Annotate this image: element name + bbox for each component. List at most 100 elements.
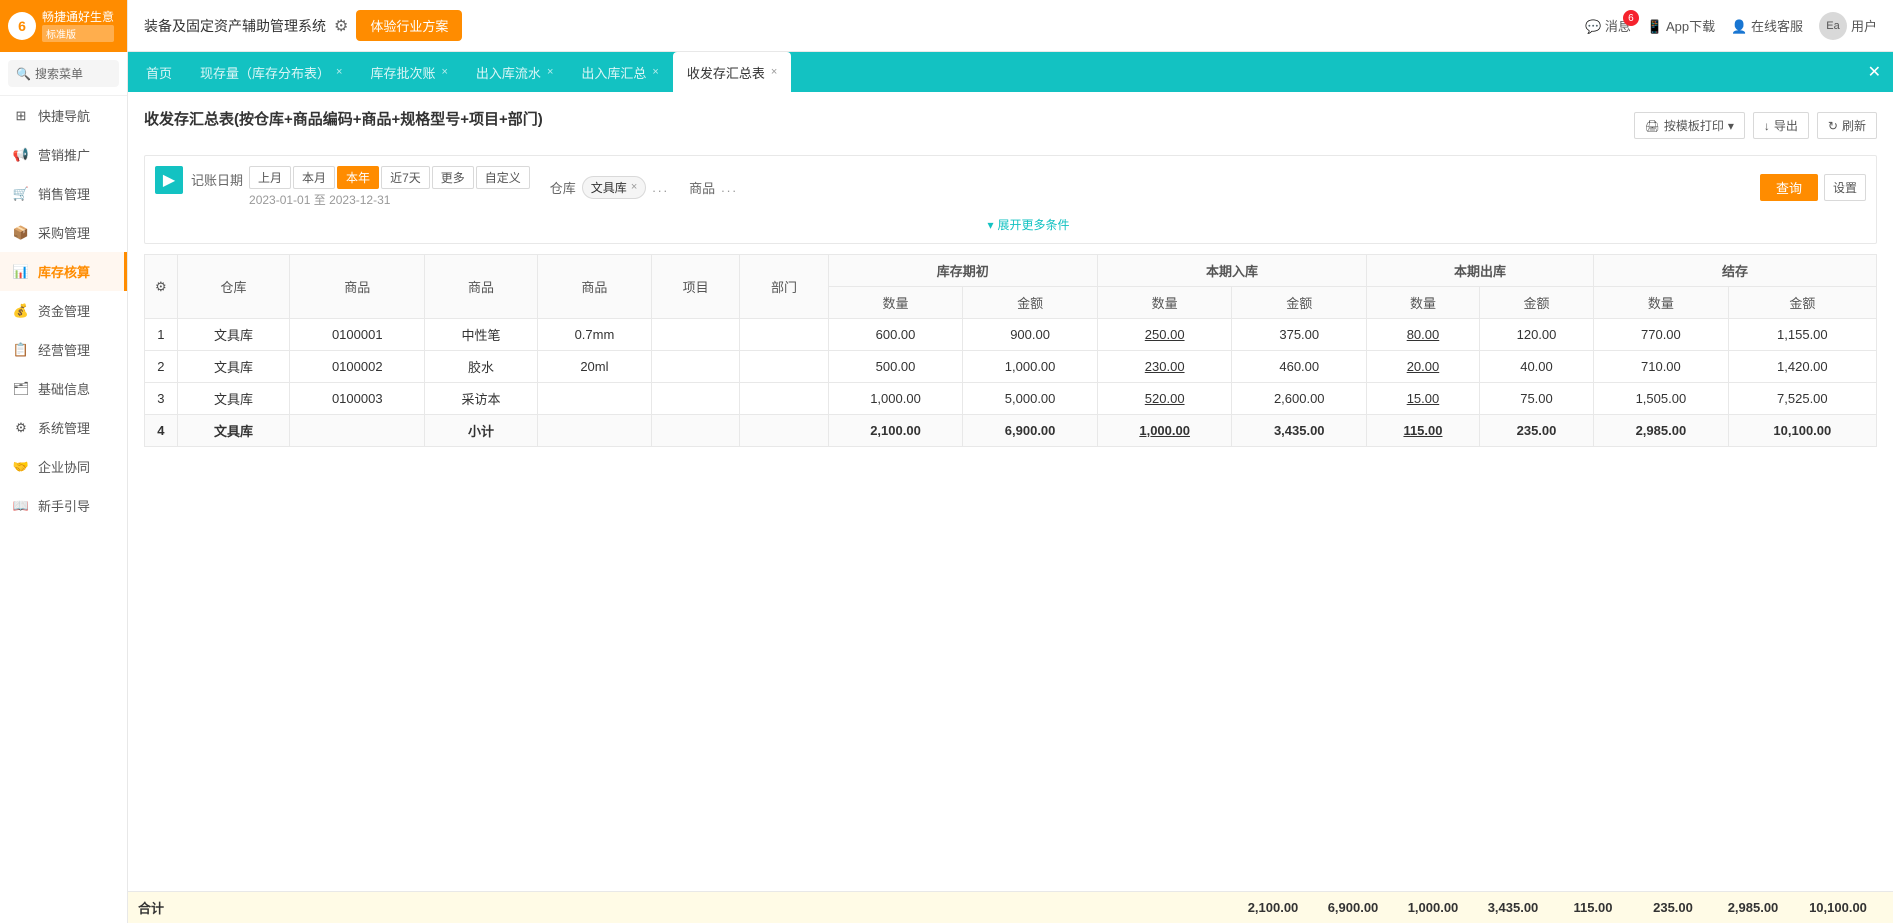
filter-section: ▶ 记账日期 上月 本月 本年 近7天 [144,155,1877,244]
row2-out-qty-link[interactable]: 20.00 [1407,359,1440,374]
row3-project [652,383,740,415]
row4-out-qty-link[interactable]: 115.00 [1403,423,1442,438]
tab-bar-close-all[interactable]: ✕ [1860,62,1889,82]
row2-in-qty[interactable]: 230.00 [1097,351,1232,383]
filter-settings-button[interactable]: 设置 [1824,174,1866,201]
row1-out-qty[interactable]: 80.00 [1367,319,1480,351]
row2-open-amt: 1,000.00 [963,351,1098,383]
corp-icon: 🤝 [12,459,30,475]
sidebar-item-guide[interactable]: 📖 新手引导 [0,486,127,525]
row3-out-qty[interactable]: 15.00 [1367,383,1480,415]
col-close-qty-header: 数量 [1594,287,1729,319]
sidebar-item-inventory[interactable]: 📊 库存核算 [0,252,127,291]
date-button-row: 上月 本月 本年 近7天 更多 自定义 [249,166,530,189]
total-open-amt: 6,900.00 [1313,900,1393,915]
sidebar-item-basic[interactable]: 🗂 基础信息 [0,369,127,408]
date-this-month-btn[interactable]: 本月 [293,166,335,189]
col-settings-header[interactable]: ⚙ [145,255,178,319]
sidebar-item-corp[interactable]: 🤝 企业协同 [0,447,127,486]
row2-in-qty-link[interactable]: 230.00 [1145,359,1185,374]
online-service-button[interactable]: 👤 在线客服 [1731,16,1803,35]
row1-in-qty[interactable]: 250.00 [1097,319,1232,351]
export-button[interactable]: ↓ 导出 [1753,112,1809,139]
tab-batch[interactable]: 库存批次账 × [356,52,461,92]
row2-code: 0100002 [290,351,425,383]
warehouse-tag[interactable]: 文具库 × [582,176,646,199]
row4-spec [537,415,651,447]
row1-out-qty-link[interactable]: 80.00 [1407,327,1440,342]
query-button[interactable]: 查询 [1760,174,1818,201]
tab-stock-dist[interactable]: 现存量（库存分布表） × [186,52,356,92]
row3-out-qty-link[interactable]: 15.00 [1407,391,1440,406]
row2-out-qty[interactable]: 20.00 [1367,351,1480,383]
date-custom-btn[interactable]: 自定义 [476,166,530,189]
date-this-year-btn[interactable]: 本年 [337,166,379,189]
tab-recv-send-close[interactable]: × [771,66,777,78]
row4-in-qty[interactable]: 1,000.00 [1097,415,1232,447]
sidebar-item-system[interactable]: ⚙ 系统管理 [0,408,127,447]
tab-batch-close[interactable]: × [441,66,447,78]
row4-no: 4 [145,415,178,447]
messages-button[interactable]: 💬 消息 6 [1585,16,1631,35]
tab-batch-label: 库存批次账 [370,63,435,82]
system-title: 装备及固定资产辅助管理系统 [144,16,326,36]
goods-filter-group: 商品 ... [689,178,738,197]
sidebar-item-quick-nav[interactable]: ⊞ 快捷导航 [0,96,127,135]
sidebar-item-purchase[interactable]: 📦 采购管理 [0,213,127,252]
filter-toggle-button[interactable]: ▶ [155,166,183,194]
goods-dots[interactable]: ... [721,180,738,195]
tab-inout-flow[interactable]: 出入库流水 × [462,52,567,92]
sidebar-item-label: 采购管理 [38,223,90,242]
goods-label: 商品 [689,178,715,197]
sidebar-item-label: 营销推广 [38,145,90,164]
user-label: 用户 [1851,16,1877,35]
search-menu-button[interactable]: 🔍 搜索菜单 [8,60,119,87]
query-button-area: 查询 设置 [1760,174,1866,201]
tab-recv-send[interactable]: 收发存汇总表 × [673,52,791,92]
total-in-amt: 3,435.00 [1473,900,1553,915]
messages-badge: 6 [1623,10,1639,26]
row4-open-amt: 6,900.00 [963,415,1098,447]
date-filter-group: 记账日期 上月 本月 本年 近7天 更多 自定义 20 [191,166,530,208]
row1-close-qty: 770.00 [1594,319,1729,351]
date-last-month-btn[interactable]: 上月 [249,166,291,189]
row1-open-amt: 900.00 [963,319,1098,351]
expand-filters-button[interactable]: ▾ 展开更多条件 [987,216,1069,233]
tab-home[interactable]: 首页 [132,52,186,92]
row3-in-qty-link[interactable]: 520.00 [1145,391,1185,406]
user-section[interactable]: Ea 用户 [1819,12,1877,40]
tab-inout-summary-close[interactable]: × [652,66,658,78]
header-settings-icon[interactable]: ⚙ [334,16,348,36]
app-download-label: App下载 [1666,19,1715,34]
row1-code: 0100001 [290,319,425,351]
col-out-amt-header: 金额 [1479,287,1593,319]
row4-in-qty-link[interactable]: 1,000.00 [1139,423,1190,438]
sidebar-item-business[interactable]: 📋 经营管理 [0,330,127,369]
refresh-button[interactable]: ↻ 刷新 [1817,112,1877,139]
col-outbound-group-header: 本期出库 [1367,255,1594,287]
tab-inout-flow-close[interactable]: × [547,66,553,78]
trial-button[interactable]: 体验行业方案 [356,10,462,41]
tab-inout-summary[interactable]: 出入库汇总 × [567,52,672,92]
row3-in-qty[interactable]: 520.00 [1097,383,1232,415]
date-7days-btn[interactable]: 近7天 [381,166,430,189]
warehouse-dots[interactable]: ... [652,180,669,195]
sidebar-item-sales[interactable]: 🛒 销售管理 [0,174,127,213]
page-content: 收发存汇总表(按仓库+商品编码+商品+规格型号+项目+部门) 🖨 按模板打印 ▾… [128,92,1893,923]
sidebar-item-finance[interactable]: 💰 资金管理 [0,291,127,330]
row1-in-qty-link[interactable]: 250.00 [1145,327,1185,342]
app-download-button[interactable]: 📱 App下载 [1647,16,1715,35]
print-button[interactable]: 🖨 按模板打印 ▾ [1634,112,1745,139]
sidebar-search-section: 🔍 搜索菜单 [0,52,127,96]
warehouse-tag-close[interactable]: × [631,181,637,193]
row4-out-qty[interactable]: 115.00 [1367,415,1480,447]
tab-bar: 首页 现存量（库存分布表） × 库存批次账 × 出入库流水 × 出入库汇总 × … [128,52,1893,92]
tab-stock-dist-close[interactable]: × [336,66,342,78]
row1-spec: 0.7mm [537,319,651,351]
sales-icon: 🛒 [12,186,30,202]
date-more-btn[interactable]: 更多 [432,166,474,189]
sidebar-item-marketing[interactable]: 📢 营销推广 [0,135,127,174]
row1-project [652,319,740,351]
tab-stock-dist-label: 现存量（库存分布表） [200,63,330,82]
col-name-header: 商品 [425,255,538,319]
